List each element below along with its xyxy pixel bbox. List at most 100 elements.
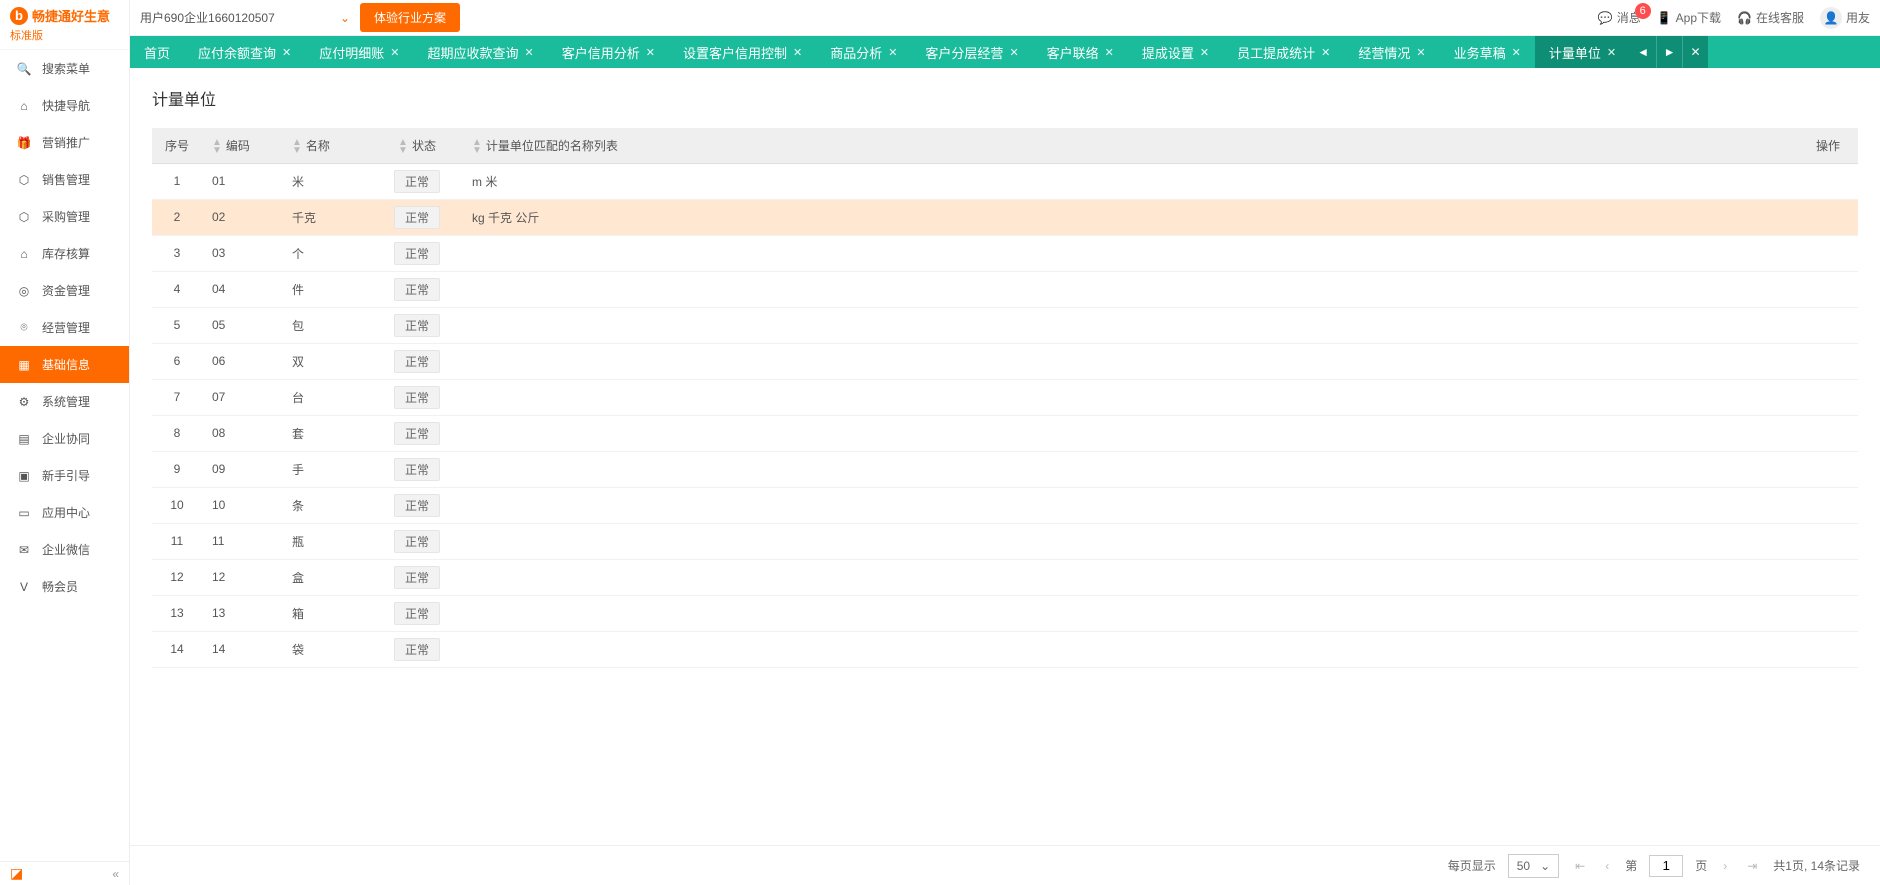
tab-label: 首页 — [144, 43, 170, 62]
cell-action — [1798, 415, 1858, 451]
cell-code: 05 — [202, 307, 282, 343]
sidebar-item[interactable]: V畅会员 — [0, 568, 129, 605]
page-next-button[interactable]: › — [1719, 859, 1731, 873]
tab[interactable]: 经营情况✕ — [1344, 36, 1439, 68]
sidebar-item[interactable]: ⌂快捷导航 — [0, 87, 129, 124]
table-row[interactable]: 505包正常 — [152, 307, 1858, 343]
cell-status: 正常 — [372, 595, 462, 631]
tab-close-icon[interactable]: ✕ — [793, 46, 802, 59]
tab-close-icon[interactable]: ✕ — [1105, 46, 1114, 59]
cell-name: 台 — [282, 379, 372, 415]
table-row[interactable]: 101米正常m 米 — [152, 163, 1858, 199]
headset-icon: 🎧 — [1737, 11, 1752, 25]
tab[interactable]: 员工提成统计✕ — [1223, 36, 1344, 68]
table-row[interactable]: 303个正常 — [152, 235, 1858, 271]
cell-action — [1798, 199, 1858, 235]
sidebar-item[interactable]: ⌂库存核算 — [0, 235, 129, 272]
tab-close-icon[interactable]: ✕ — [390, 46, 399, 59]
sidebar-item[interactable]: ⌾经营管理 — [0, 309, 129, 346]
tab-close-icon[interactable]: ✕ — [888, 46, 897, 59]
tab[interactable]: 业务草稿✕ — [1440, 36, 1535, 68]
sidebar-item[interactable]: ⬡采购管理 — [0, 198, 129, 235]
sidebar-item[interactable]: ⚙系统管理 — [0, 383, 129, 420]
tab[interactable]: 客户信用分析✕ — [548, 36, 669, 68]
th-alias[interactable]: ▲▼计量单位匹配的名称列表 — [462, 129, 1798, 163]
cell-action — [1798, 235, 1858, 271]
user-menu[interactable]: 👤 用友 — [1820, 7, 1870, 29]
tab[interactable]: 客户分层经营✕ — [911, 36, 1032, 68]
cell-seq: 3 — [152, 235, 202, 271]
tab-close-icon[interactable]: ✕ — [1416, 46, 1425, 59]
page-input[interactable] — [1649, 855, 1683, 877]
chevron-down-icon: ⌄ — [1540, 859, 1550, 873]
account-selector[interactable]: 用户690企业1660120507 ⌄ — [140, 9, 350, 26]
sidebar-item[interactable]: 🎁营销推广 — [0, 124, 129, 161]
table-row[interactable]: 808套正常 — [152, 415, 1858, 451]
tab[interactable]: 首页 — [130, 36, 184, 68]
online-service-button[interactable]: 🎧 在线客服 — [1737, 9, 1804, 26]
page-prev-button[interactable]: ‹ — [1601, 859, 1613, 873]
tab[interactable]: 超期应收款查询✕ — [413, 36, 547, 68]
sidebar-item[interactable]: ✉企业微信 — [0, 531, 129, 568]
logo-edition: 标准版 — [10, 27, 119, 43]
th-name[interactable]: ▲▼名称 — [282, 129, 372, 163]
table-row[interactable]: 1313箱正常 — [152, 595, 1858, 631]
table-wrap[interactable]: 序号 ▲▼编码 ▲▼名称 ▲▼状态 ▲▼计量单位匹配的名称列表 操作 101米正… — [152, 128, 1858, 827]
status-tag: 正常 — [394, 530, 440, 553]
table-row[interactable]: 909手正常 — [152, 451, 1858, 487]
trial-button[interactable]: 体验行业方案 — [360, 3, 460, 32]
page-label-prefix: 第 — [1625, 857, 1637, 874]
tab-label: 应付余额查询 — [198, 43, 276, 62]
tab-close-icon[interactable]: ✕ — [1512, 46, 1521, 59]
table-row[interactable]: 404件正常 — [152, 271, 1858, 307]
tab-close-icon[interactable]: ✕ — [1607, 46, 1616, 59]
table-row[interactable]: 707台正常 — [152, 379, 1858, 415]
tab-close-icon[interactable]: ✕ — [282, 46, 291, 59]
sidebar-item[interactable]: ⬡销售管理 — [0, 161, 129, 198]
sidebar-item-label: 库存核算 — [42, 245, 90, 262]
tab-close-icon[interactable]: ✕ — [646, 46, 655, 59]
sidebar-item[interactable]: ▣新手引导 — [0, 457, 129, 494]
sidebar-collapse-button[interactable]: « — [112, 867, 119, 881]
sidebar-item[interactable]: ▭应用中心 — [0, 494, 129, 531]
sidebar-item[interactable]: 🔍搜索菜单 — [0, 50, 129, 87]
tab-close-icon[interactable]: ✕ — [1321, 46, 1330, 59]
sidebar-item[interactable]: ▦基础信息 — [0, 346, 129, 383]
cell-name: 包 — [282, 307, 372, 343]
tab[interactable]: 应付余额查询 ✕ — [184, 36, 305, 68]
table-row[interactable]: 1010条正常 — [152, 487, 1858, 523]
tab-scroll-right[interactable]: ► — [1656, 36, 1682, 68]
tab[interactable]: 计量单位✕ — [1535, 36, 1630, 68]
tab-scroll-left[interactable]: ◄ — [1630, 36, 1656, 68]
table-row[interactable]: 1414袋正常 — [152, 631, 1858, 667]
page-first-button[interactable]: ⇤ — [1571, 859, 1589, 873]
sidebar-item[interactable]: ▤企业协同 — [0, 420, 129, 457]
cell-action — [1798, 307, 1858, 343]
tab[interactable]: 商品分析✕ — [816, 36, 911, 68]
table-row[interactable]: 606双正常 — [152, 343, 1858, 379]
tab-close-icon[interactable]: ✕ — [1200, 46, 1209, 59]
pagination: 每页显示 50 ⌄ ⇤ ‹ 第 页 › ⇥ 共1页, 14条记录 — [130, 845, 1880, 885]
tab[interactable]: 客户联络✕ — [1033, 36, 1128, 68]
tab[interactable]: 设置客户信用控制✕ — [669, 36, 816, 68]
tab-close-all[interactable]: ✕ — [1682, 36, 1708, 68]
table-row[interactable]: 202千克正常kg 千克 公斤 — [152, 199, 1858, 235]
page-last-button[interactable]: ⇥ — [1743, 859, 1761, 873]
sidebar-item[interactable]: ◎资金管理 — [0, 272, 129, 309]
th-seq[interactable]: 序号 — [152, 129, 202, 163]
table-row[interactable]: 1111瓶正常 — [152, 523, 1858, 559]
table-row[interactable]: 1212盒正常 — [152, 559, 1858, 595]
tab-close-icon[interactable]: ✕ — [525, 46, 534, 59]
th-status[interactable]: ▲▼状态 — [372, 129, 462, 163]
status-tag: 正常 — [394, 566, 440, 589]
cell-code: 10 — [202, 487, 282, 523]
messages-button[interactable]: 💬 消息 6 — [1598, 9, 1641, 26]
tab-close-icon[interactable]: ✕ — [1009, 46, 1018, 59]
page-size-select[interactable]: 50 ⌄ — [1508, 854, 1559, 878]
th-code[interactable]: ▲▼编码 — [202, 129, 282, 163]
cell-alias — [462, 415, 1798, 451]
tab[interactable]: 应付明细账✕ — [305, 36, 413, 68]
footer-accent-icon[interactable]: ◪ — [10, 865, 23, 882]
tab[interactable]: 提成设置✕ — [1128, 36, 1223, 68]
app-download-button[interactable]: 📱 App下载 — [1657, 9, 1721, 26]
